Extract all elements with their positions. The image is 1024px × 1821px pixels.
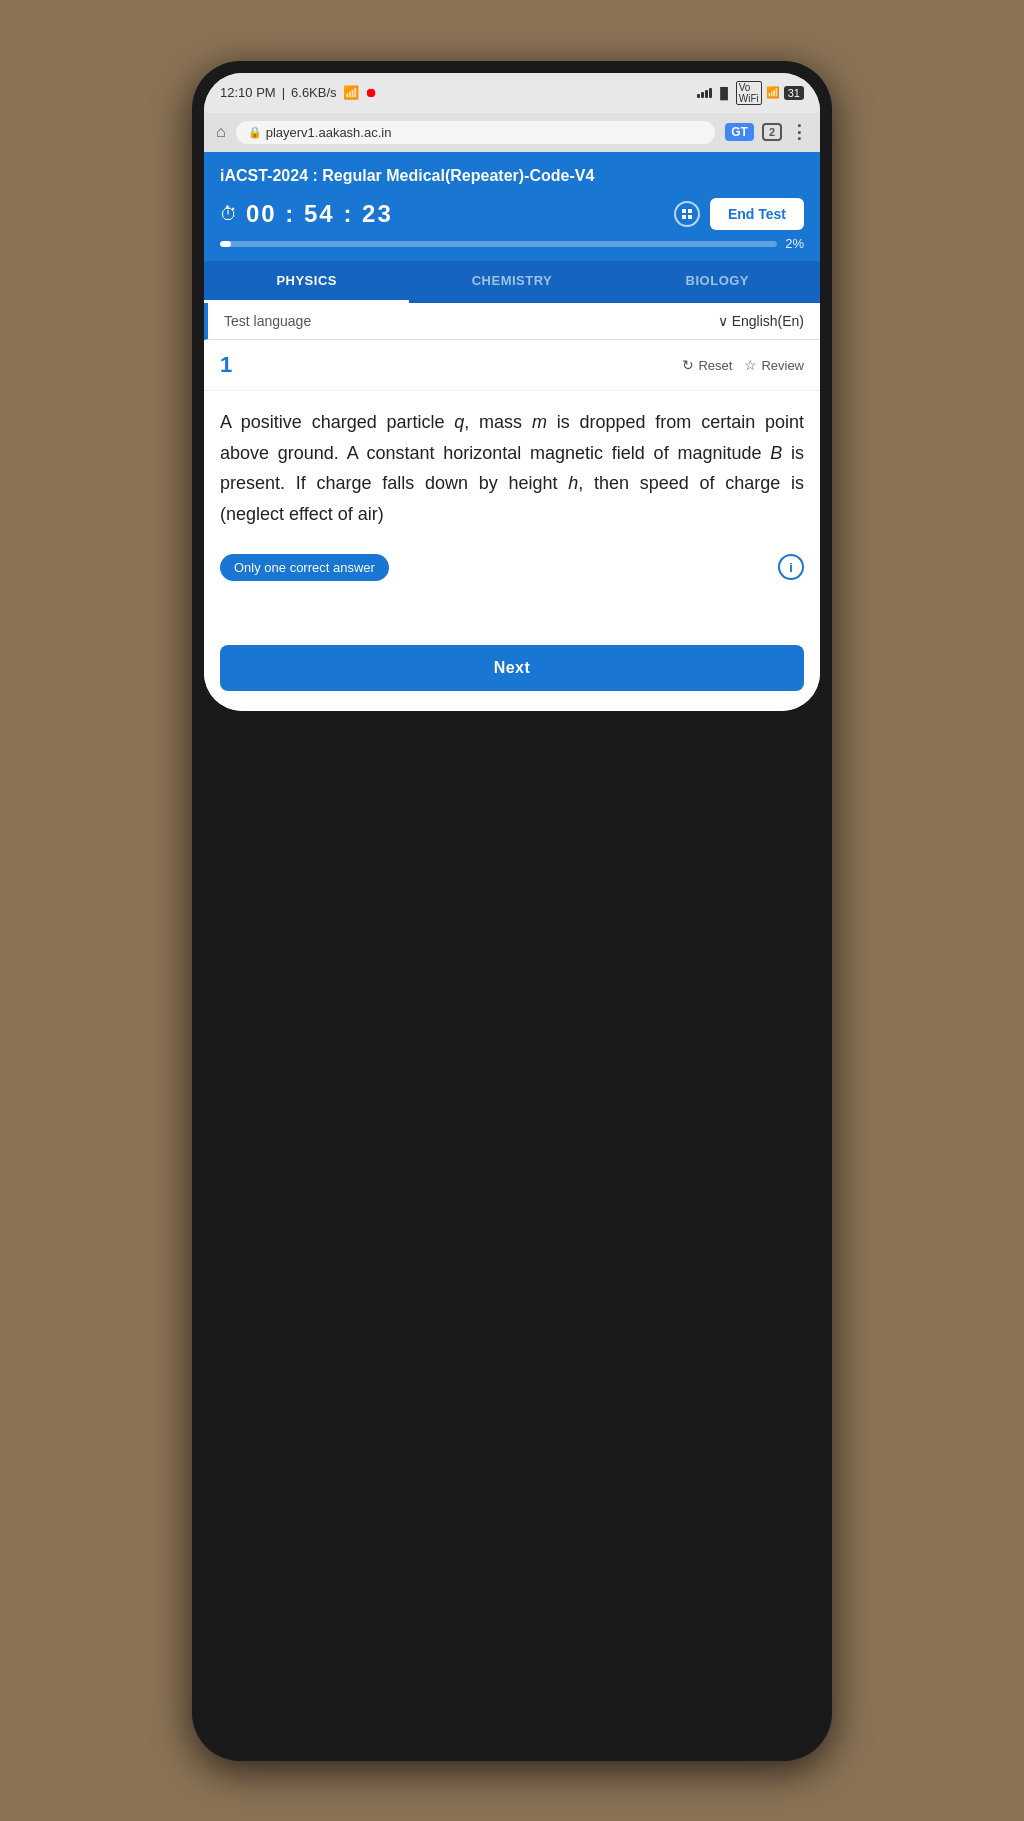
- status-time: 12:10 PM: [220, 85, 276, 100]
- record-icon: ⏺: [365, 85, 378, 100]
- language-selector[interactable]: ∨ English(En): [718, 313, 804, 329]
- url-bar[interactable]: 🔒 playerv1.aakash.ac.in: [236, 121, 716, 144]
- review-button[interactable]: ☆ Review: [744, 357, 804, 373]
- network-icon: 📶: [343, 85, 359, 100]
- next-button[interactable]: Next: [220, 645, 804, 691]
- browser-menu-icon[interactable]: ⋮: [790, 121, 808, 143]
- language-value-text: English(En): [732, 313, 804, 329]
- phone-screen: 12:10 PM | 6.6KB/s 📶 ⏺ ▐▌ VoWiFi 📶 31: [204, 73, 820, 711]
- app-title: iACST-2024 : Regular Medical(Repeater)-C…: [220, 166, 804, 187]
- status-separator: |: [282, 85, 285, 100]
- content-area: Test language ∨ English(En) 1 ↻ Reset ☆ …: [204, 303, 820, 710]
- vo-wifi-icon: VoWiFi: [736, 81, 762, 105]
- svg-rect-1: [688, 209, 692, 213]
- question-actions: ↻ Reset ☆ Review: [682, 357, 804, 373]
- reset-button[interactable]: ↻ Reset: [682, 357, 732, 373]
- tab-biology[interactable]: BIOLOGY: [615, 261, 820, 303]
- tab-physics[interactable]: PHYSICS: [204, 261, 409, 303]
- end-test-button[interactable]: End Test: [710, 198, 804, 230]
- progress-row: 2%: [220, 236, 804, 251]
- signal-bars-2: ▐▌: [716, 87, 732, 99]
- answer-type-section: Only one correct answer i: [204, 542, 820, 593]
- status-right-icons: ▐▌ VoWiFi 📶 31: [697, 81, 804, 105]
- svg-rect-3: [688, 215, 692, 219]
- phone-device: 12:10 PM | 6.6KB/s 📶 ⏺ ▐▌ VoWiFi 📶 31: [192, 61, 832, 1761]
- language-bar: Test language ∨ English(En): [204, 303, 820, 340]
- svg-rect-0: [682, 209, 686, 213]
- url-text: playerv1.aakash.ac.in: [266, 125, 392, 140]
- browser-bar: ⌂ 🔒 playerv1.aakash.ac.in GT 2 ⋮: [204, 113, 820, 152]
- wifi-icon: 📶: [766, 86, 780, 99]
- signal-bars: [697, 88, 712, 98]
- reset-label: Reset: [698, 358, 732, 373]
- spacer: [204, 593, 820, 633]
- question-text: A positive charged particle q, mass m is…: [204, 391, 820, 541]
- timer-row: ⏱ 00 : 54 : 23 End Test: [220, 198, 804, 230]
- tab-count-button[interactable]: 2: [762, 123, 782, 141]
- browser-action-icons: GT 2 ⋮: [725, 121, 808, 143]
- app-header: iACST-2024 : Regular Medical(Repeater)-C…: [204, 152, 820, 262]
- status-bar: 12:10 PM | 6.6KB/s 📶 ⏺ ▐▌ VoWiFi 📶 31: [204, 73, 820, 113]
- review-label: Review: [761, 358, 804, 373]
- timer-section: ⏱ 00 : 54 : 23: [220, 200, 393, 228]
- question-header: 1 ↻ Reset ☆ Review: [204, 340, 820, 391]
- tabs-bar: PHYSICS CHEMISTRY BIOLOGY: [204, 261, 820, 303]
- progress-fill: [220, 241, 231, 247]
- next-button-section: Next: [204, 633, 820, 711]
- status-data-speed: 6.6KB/s: [291, 85, 337, 100]
- reset-icon: ↻: [682, 357, 694, 373]
- tab-chemistry[interactable]: CHEMISTRY: [409, 261, 614, 303]
- timer-display: 00 : 54 : 23: [246, 200, 393, 228]
- status-time-speed: 12:10 PM | 6.6KB/s 📶 ⏺: [220, 85, 378, 100]
- svg-rect-2: [682, 215, 686, 219]
- question-number: 1: [220, 352, 232, 378]
- progress-percentage: 2%: [785, 236, 804, 251]
- timer-icon: ⏱: [220, 204, 238, 225]
- answer-type-badge[interactable]: Only one correct answer: [220, 554, 389, 581]
- chevron-down-icon: ∨: [718, 313, 728, 329]
- progress-bar: [220, 241, 777, 247]
- secure-icon: 🔒: [248, 126, 262, 139]
- grid-view-icon[interactable]: [674, 201, 700, 227]
- info-icon[interactable]: i: [778, 554, 804, 580]
- language-label: Test language: [224, 313, 311, 329]
- battery-icon: 31: [784, 86, 804, 100]
- home-icon[interactable]: ⌂: [216, 123, 226, 141]
- translate-button[interactable]: GT: [725, 123, 754, 141]
- star-icon: ☆: [744, 357, 757, 373]
